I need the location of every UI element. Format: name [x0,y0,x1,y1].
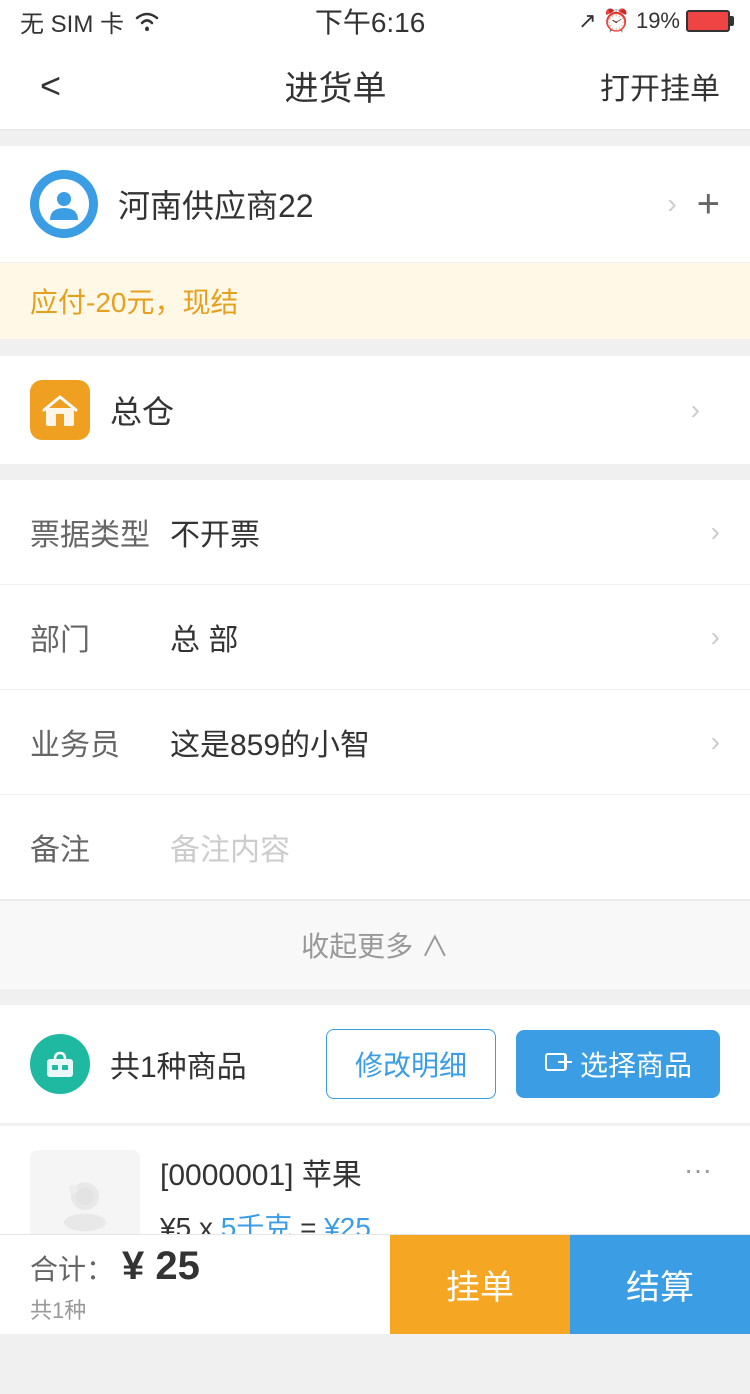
more-options-button[interactable]: ··· [676,1150,720,1190]
footer-count: 共1种 [30,1293,360,1325]
status-left: 无 SIM 卡 [20,4,162,39]
product-code: [0000001] [160,1159,293,1192]
total-label: 合计： [30,1248,114,1288]
invoice-label: 票据类型 [30,510,170,554]
total-amount: ¥ 25 [122,1244,200,1289]
dept-row[interactable]: 部门 总 部 › [0,585,750,690]
supplier-avatar [30,170,98,238]
carrier-text: 无 SIM 卡 [20,4,124,39]
collapse-label: 收起更多 ∧ [301,925,449,965]
form-section: 票据类型 不开票 › 部门 总 部 › 业务员 这是859的小智 › 备注 备注… [0,480,750,900]
pending-button[interactable]: 挂单 [390,1235,570,1334]
status-bar: 无 SIM 卡 下午6:16 ↗ ⏰ 19% [0,0,750,42]
note-label: 备注 [30,825,170,869]
gap2 [0,339,750,355]
gap3 [0,464,750,480]
dept-label: 部门 [30,615,170,659]
product-header: 共1种商品 修改明细 选择商品 [0,1005,750,1123]
warehouse-section: 总仓 › [0,355,750,464]
supplier-section: 河南供应商22 › + 应付-20元，现结 [0,146,750,339]
select-product-button[interactable]: 选择商品 [516,1030,720,1098]
dept-value: 总 部 [170,615,711,659]
collapse-button[interactable]: 收起更多 ∧ [0,900,750,989]
product-info: [0000001] 苹果 ¥5 x 5千克 = ¥25 [160,1150,656,1246]
battery-percent: 19% [636,8,680,34]
warehouse-chevron-icon: › [691,394,700,426]
gap4 [0,989,750,1005]
staff-value: 这是859的小智 [170,720,711,764]
status-right: ↗ ⏰ 19% [578,8,730,34]
user-icon [46,186,82,222]
invoice-row[interactable]: 票据类型 不开票 › [0,480,750,585]
alarm-icon: ⏰ [603,8,630,34]
invoice-value: 不开票 [170,510,711,554]
product-bag-icon [30,1034,90,1094]
checkout-button[interactable]: 结算 [570,1235,750,1334]
select-product-label: 选择商品 [580,1044,692,1084]
edit-detail-button[interactable]: 修改明细 [326,1029,496,1099]
wifi-icon [132,10,162,32]
select-product-icon [544,1050,572,1078]
back-button[interactable]: < [30,55,71,117]
note-placeholder: 备注内容 [170,825,720,869]
supplier-name: 河南供应商22 [118,181,667,227]
add-supplier-button[interactable]: + [697,182,720,227]
footer-total: 合计： ¥ 25 共1种 [0,1235,390,1334]
footer: 合计： ¥ 25 共1种 挂单 结算 [0,1234,750,1334]
nav-bar: < 进货单 打开挂单 [0,42,750,130]
product-name: [0000001] 苹果 [160,1150,656,1194]
page-title: 进货单 [285,61,387,110]
location-icon: ↗ [578,8,596,34]
payment-info-banner: 应付-20元，现结 [0,263,750,339]
invoice-chevron-icon: › [711,516,720,548]
staff-row[interactable]: 业务员 这是859的小智 › [0,690,750,795]
battery-icon [686,10,730,32]
staff-label: 业务员 [30,720,170,764]
status-time: 下午6:16 [315,1,426,41]
gap1 [0,130,750,146]
open-pending-button[interactable]: 打开挂单 [600,64,720,108]
supplier-row[interactable]: 河南供应商22 › + [0,146,750,263]
note-row[interactable]: 备注 备注内容 [0,795,750,900]
product-placeholder-icon [50,1170,120,1240]
staff-chevron-icon: › [711,726,720,758]
product-count: 共1种商品 [110,1042,306,1086]
supplier-chevron-icon: › [667,188,676,220]
warehouse-icon [30,380,90,440]
product-title: 苹果 [302,1159,362,1192]
dept-chevron-icon: › [711,621,720,653]
warehouse-row[interactable]: 总仓 › [0,355,750,464]
warehouse-name: 总仓 [110,387,691,433]
